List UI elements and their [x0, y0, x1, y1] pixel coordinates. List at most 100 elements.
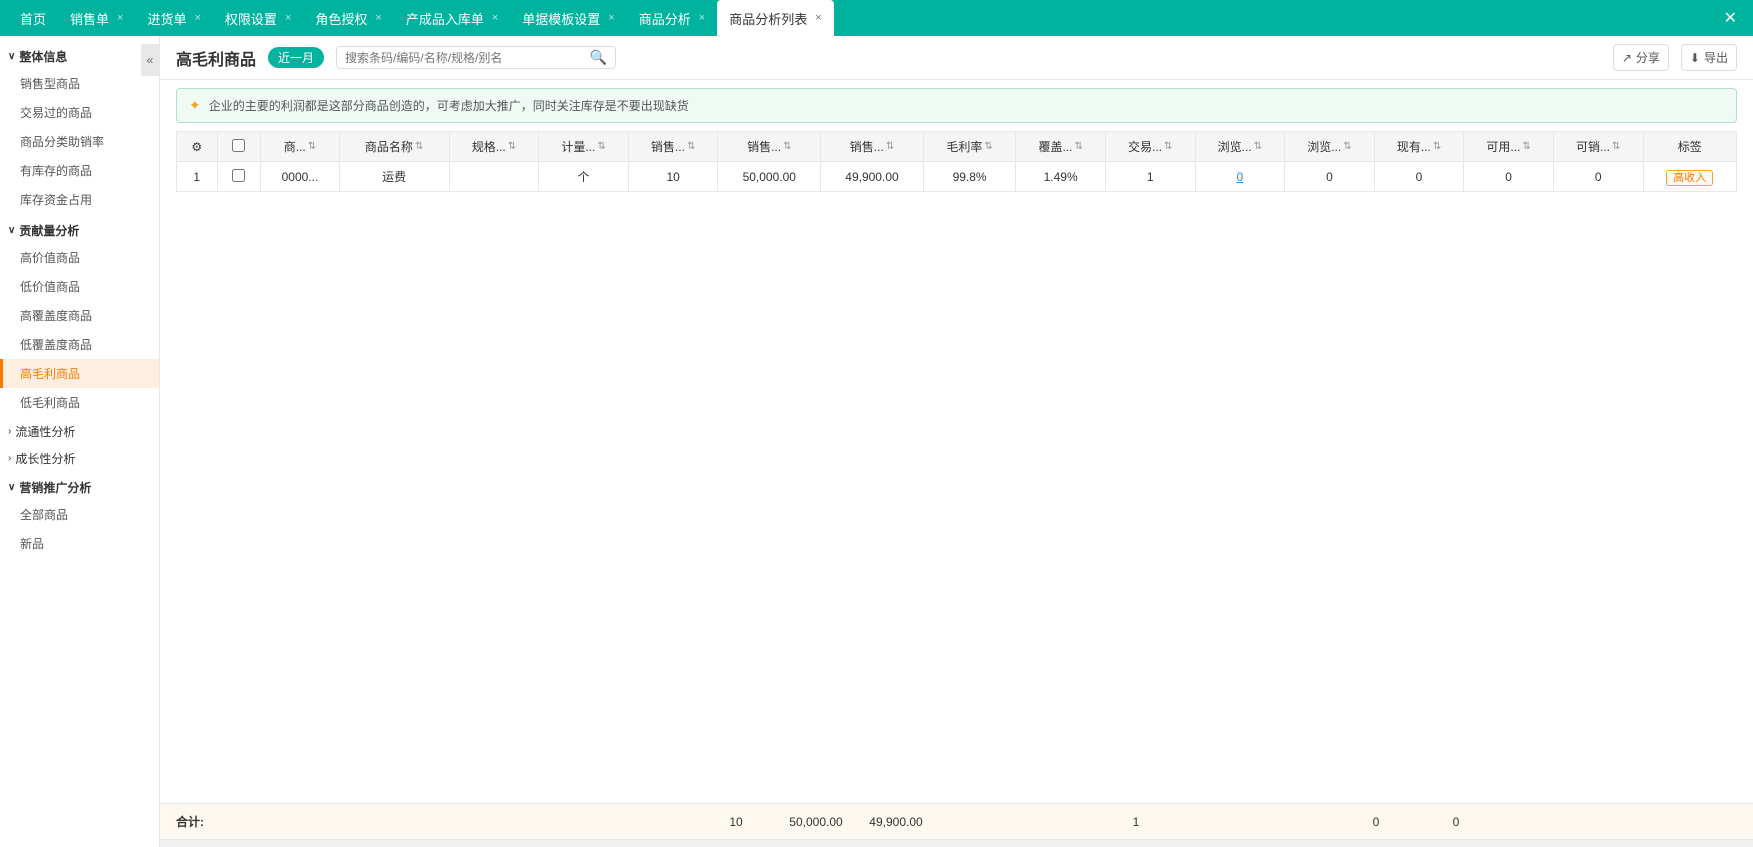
table-header[interactable]: 覆盖... ⇅: [1016, 132, 1106, 162]
sidebar-item[interactable]: 商品分类助销率: [0, 127, 159, 156]
sidebar-item[interactable]: 交易过的商品: [0, 98, 159, 127]
table-header[interactable]: 销售... ⇅: [821, 132, 924, 162]
footer-sales2: 50,000.00: [776, 815, 856, 829]
sidebar-item[interactable]: 高价值商品: [0, 243, 159, 272]
tab-close-icon[interactable]: ×: [815, 12, 821, 24]
info-banner: ✦ 企业的主要的利润都是这部分商品创造的，可考虑加大推广，同时关注库存是不要出现…: [176, 88, 1737, 123]
sort-icon[interactable]: ⇅: [1612, 141, 1620, 152]
nav-tab[interactable]: 销售单×: [58, 0, 135, 36]
top-nav: 首页销售单×进货单×权限设置×角色授权×产成品入库单×单据模板设置×商品分析×商…: [0, 0, 1753, 36]
close-all-button[interactable]: ✕: [1716, 8, 1745, 28]
sidebar-item[interactable]: 销售型商品: [0, 69, 159, 98]
sidebar-collapse-button[interactable]: «: [141, 44, 159, 76]
tab-close-icon[interactable]: ×: [608, 12, 614, 24]
search-input[interactable]: [345, 51, 586, 65]
footer-spacer3: [536, 815, 616, 829]
nav-tab[interactable]: 角色授权×: [303, 0, 393, 36]
table-header[interactable]: 商... ⇅: [261, 132, 339, 162]
select-all-checkbox[interactable]: [232, 139, 245, 152]
nav-tab[interactable]: 单据模板设置×: [510, 0, 626, 36]
sort-icon[interactable]: ⇅: [1164, 141, 1172, 152]
period-button[interactable]: 近一月: [268, 47, 324, 68]
sort-icon[interactable]: ⇅: [1254, 141, 1262, 152]
sort-icon[interactable]: ⇅: [984, 141, 992, 152]
sidebar-item[interactable]: 低价值商品: [0, 272, 159, 301]
expand-arrow-icon: ›: [8, 453, 11, 464]
footer-spacer7: [1176, 815, 1256, 829]
table-header[interactable]: 销售... ⇅: [628, 132, 718, 162]
nav-tab[interactable]: 首页: [8, 0, 58, 36]
sidebar-item[interactable]: 低覆盖度商品: [0, 330, 159, 359]
tab-close-icon[interactable]: ×: [375, 12, 381, 24]
table-header[interactable]: 浏览... ⇅: [1285, 132, 1375, 162]
sidebar-item[interactable]: 高毛利商品: [0, 359, 159, 388]
sidebar-item[interactable]: 高覆盖度商品: [0, 301, 159, 330]
sidebar-section-expand[interactable]: ›流通性分析: [0, 417, 159, 444]
sort-icon[interactable]: ⇅: [1074, 141, 1082, 152]
table-row: 10000...运费个1050,000.0049,900.0099.8%1.49…: [177, 162, 1737, 192]
sidebar-section-title[interactable]: ∨营销推广分析: [0, 471, 159, 500]
table-header[interactable]: 浏览... ⇅: [1195, 132, 1285, 162]
search-icon[interactable]: 🔍: [590, 49, 607, 66]
section-arrow-icon: ∨: [8, 51, 15, 62]
sort-icon[interactable]: ⇅: [597, 141, 605, 152]
row-views1[interactable]: 0: [1195, 162, 1285, 192]
table-header[interactable]: 可用... ⇅: [1464, 132, 1554, 162]
table-header[interactable]: 商品名称 ⇅: [339, 132, 449, 162]
row-checkbox[interactable]: [217, 162, 261, 192]
table-header[interactable]: 交易... ⇅: [1105, 132, 1195, 162]
export-button[interactable]: ⬇ 导出: [1681, 44, 1737, 71]
share-icon: ↗: [1622, 51, 1632, 65]
row-sales1: 10: [628, 162, 718, 192]
nav-tab[interactable]: 商品分析列表×: [717, 0, 833, 36]
row-name: 运费: [339, 162, 449, 192]
row-index: 1: [177, 162, 218, 192]
nav-tab[interactable]: 进货单×: [135, 0, 212, 36]
table-header[interactable]: 可销... ⇅: [1553, 132, 1643, 162]
sort-icon[interactable]: ⇅: [1522, 141, 1530, 152]
sort-icon[interactable]: ⇅: [508, 141, 516, 152]
sort-icon[interactable]: ⇅: [415, 141, 423, 152]
sidebar-section-title[interactable]: ∨整体信息: [0, 40, 159, 69]
tab-close-icon[interactable]: ×: [699, 12, 705, 24]
table-header[interactable]: 规格... ⇅: [449, 132, 539, 162]
sort-icon[interactable]: ⇅: [1433, 141, 1441, 152]
sidebar-item[interactable]: 库存资金占用: [0, 185, 159, 214]
footer-sales1: 10: [696, 815, 776, 829]
tab-close-icon[interactable]: ×: [194, 12, 200, 24]
row-views1-link[interactable]: 0: [1236, 170, 1243, 184]
sidebar-item[interactable]: 新品: [0, 529, 159, 558]
row-tag: 高收入: [1643, 162, 1737, 192]
sidebar-section-title[interactable]: ∨贡献量分析: [0, 214, 159, 243]
export-icon: ⬇: [1690, 51, 1700, 65]
sidebar-item[interactable]: 有库存的商品: [0, 156, 159, 185]
sort-icon[interactable]: ⇅: [1343, 141, 1351, 152]
nav-tab[interactable]: 权限设置×: [213, 0, 303, 36]
share-button[interactable]: ↗ 分享: [1613, 44, 1669, 71]
info-text: 企业的主要的利润都是这部分商品创造的，可考虑加大推广，同时关注库存是不要出现缺货: [209, 97, 689, 114]
sort-icon[interactable]: ⇅: [308, 141, 316, 152]
table-header[interactable]: 销售... ⇅: [718, 132, 821, 162]
page-title: 高毛利商品: [176, 46, 256, 70]
tab-close-icon[interactable]: ×: [492, 12, 498, 24]
bottom-scrollbar[interactable]: [160, 839, 1753, 847]
sidebar-section-expand[interactable]: ›成长性分析: [0, 444, 159, 471]
table-header[interactable]: 计量... ⇅: [539, 132, 629, 162]
tab-close-icon[interactable]: ×: [117, 12, 123, 24]
sidebar-item[interactable]: 全部商品: [0, 500, 159, 529]
tab-close-icon[interactable]: ×: [285, 12, 291, 24]
nav-tab[interactable]: 商品分析×: [627, 0, 717, 36]
nav-tab[interactable]: 产成品入库单×: [394, 0, 510, 36]
row-select-checkbox[interactable]: [232, 169, 245, 182]
footer-spacer5: [936, 815, 1016, 829]
row-stock3: 0: [1553, 162, 1643, 192]
sort-icon[interactable]: ⇅: [783, 141, 791, 152]
sort-icon[interactable]: ⇅: [687, 141, 695, 152]
row-coverage: 1.49%: [1016, 162, 1106, 192]
sidebar-section: ∨营销推广分析全部商品新品: [0, 471, 159, 558]
sidebar: « ∨整体信息销售型商品交易过的商品商品分类助销率有库存的商品库存资金占用∨贡献…: [0, 36, 160, 847]
table-header[interactable]: 现有... ⇅: [1374, 132, 1464, 162]
table-header[interactable]: 毛利率 ⇅: [923, 132, 1016, 162]
sidebar-item[interactable]: 低毛利商品: [0, 388, 159, 417]
sort-icon[interactable]: ⇅: [886, 141, 894, 152]
